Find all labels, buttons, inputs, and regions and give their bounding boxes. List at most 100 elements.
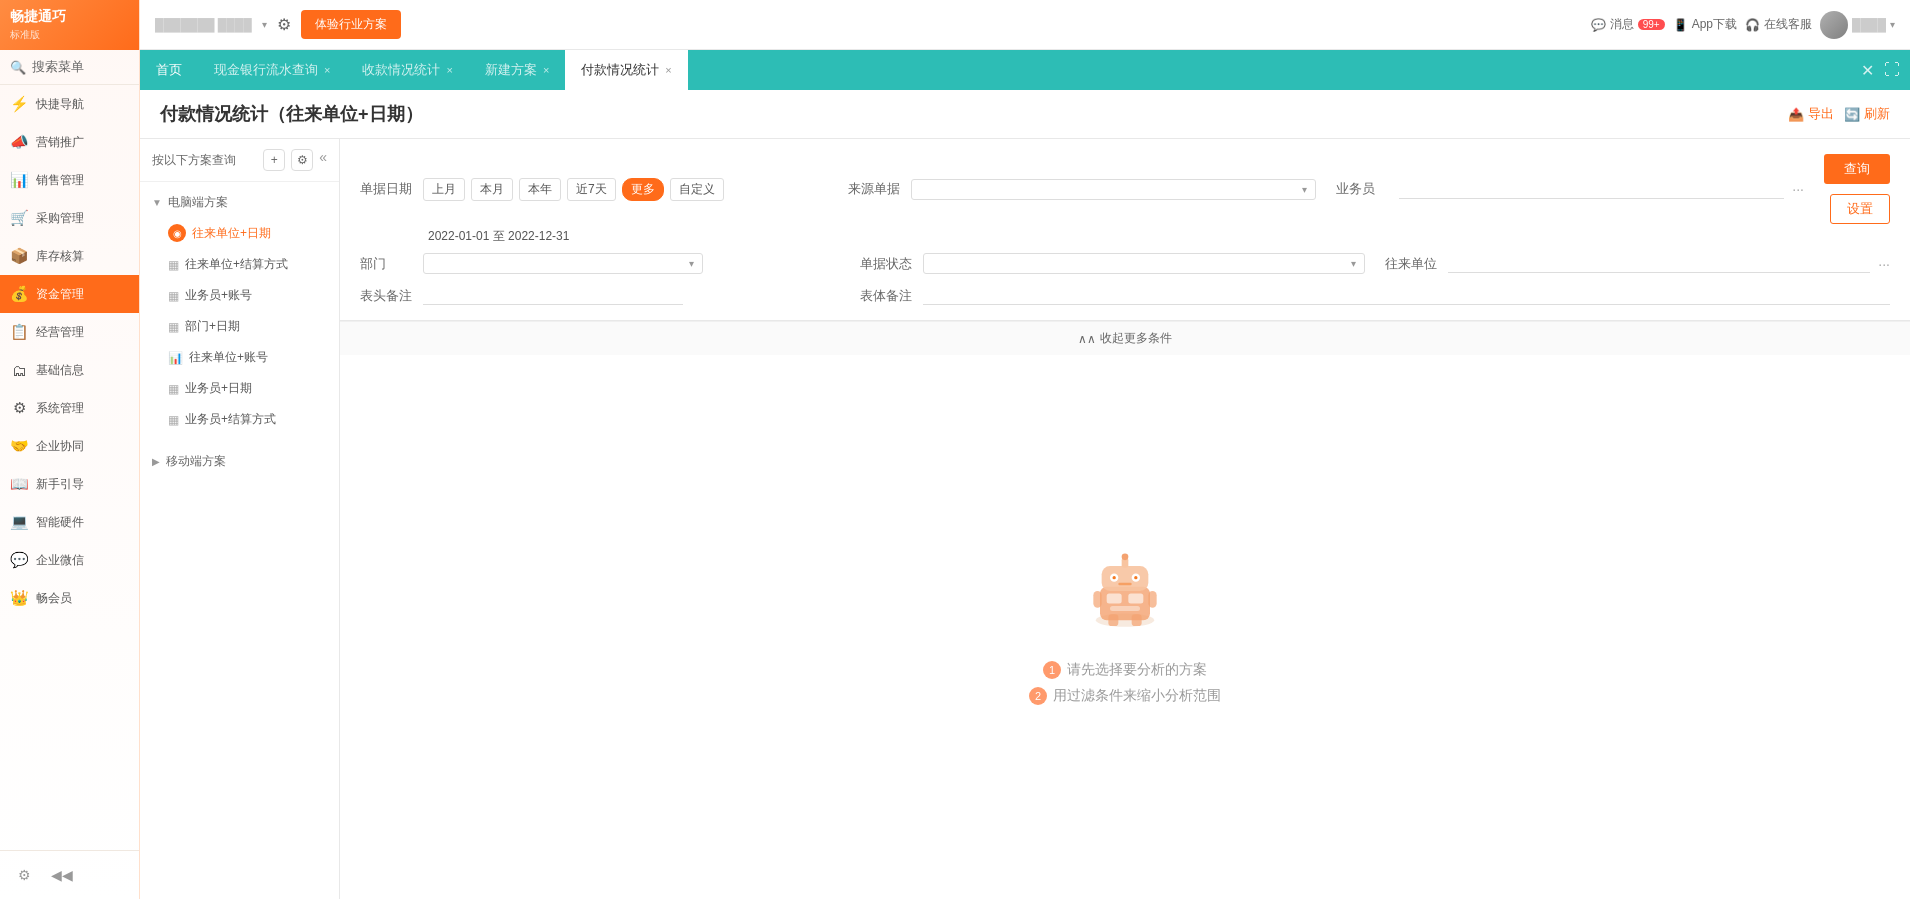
sidebar-item-quick-nav[interactable]: ⚡快捷导航: [0, 85, 139, 123]
sidebar-item-guide[interactable]: 📖新手引导: [0, 465, 139, 503]
sidebar-item-marketing[interactable]: 📣营销推广: [0, 123, 139, 161]
empty-tip-2: 2 用过滤条件来缩小分析范围: [1029, 687, 1221, 705]
filter-settings-btn[interactable]: 设置: [1830, 194, 1890, 224]
tab-close-bank-flow[interactable]: ×: [324, 64, 330, 76]
scheme-item-staff-account[interactable]: ▦ 业务员+账号: [140, 280, 339, 311]
sidebar-icon-capital: 💰: [10, 285, 28, 303]
tab-label-receivable-stats: 收款情况统计: [362, 61, 440, 79]
tab-close-all-icon[interactable]: ✕: [1861, 61, 1874, 80]
collapse-label: 收起更多条件: [1100, 330, 1172, 347]
mobile-group-header[interactable]: ▶ 移动端方案: [140, 447, 339, 476]
collapse-up-icon: ∧∧: [1078, 332, 1096, 346]
scheme-panel-header: 按以下方案查询 + ⚙ «: [140, 139, 339, 182]
header-note-input[interactable]: [423, 286, 683, 305]
voucher-status-select[interactable]: ▾: [923, 253, 1365, 274]
sidebar-item-inventory[interactable]: 📦库存核算: [0, 237, 139, 275]
desktop-group-label: 电脑端方案: [168, 194, 228, 211]
tab-new-scheme[interactable]: 新建方案 ×: [469, 50, 565, 90]
svg-rect-14: [1118, 583, 1131, 586]
scheme-item-dept-date[interactable]: ▦ 部门+日期: [140, 311, 339, 342]
date-btn-last-month[interactable]: 上月: [423, 178, 465, 201]
scheme-item-label-staff-date: 业务员+日期: [185, 380, 252, 397]
query-btn[interactable]: 查询: [1824, 154, 1890, 184]
tab-expand-icon[interactable]: ⛶: [1884, 61, 1900, 79]
date-btn-last-7[interactable]: 近7天: [567, 178, 616, 201]
company-name: ███████ ████: [155, 18, 252, 32]
sidebar-item-enterprise[interactable]: 🤝企业协同: [0, 427, 139, 465]
scheme-panel: 按以下方案查询 + ⚙ « ▼ 电脑端方案 ◉ 往来单位+日期: [140, 139, 340, 899]
sidebar-icon-wechat: 💬: [10, 551, 28, 569]
export-label: 导出: [1808, 105, 1834, 123]
tab-bank-flow[interactable]: 现金银行流水查询×: [198, 50, 346, 90]
active-dot-icon: ◉: [168, 224, 186, 242]
tab-receivable-stats[interactable]: 收款情况统计 ×: [346, 50, 468, 90]
date-btn-this-year[interactable]: 本年: [519, 178, 561, 201]
message-btn[interactable]: 💬 消息 99+: [1591, 16, 1665, 33]
desktop-scheme-group: ▼ 电脑端方案 ◉ 往来单位+日期 ▦ 往来单位+结算方式 ▦ 业务员+账号: [140, 182, 339, 441]
sidebar-item-wechat[interactable]: 💬企业微信: [0, 541, 139, 579]
sidebar-label-quick-nav: 快捷导航: [36, 96, 84, 113]
collapse-conditions-btn[interactable]: ∧∧ 收起更多条件: [340, 321, 1910, 355]
sidebar-settings-icon[interactable]: ⚙: [10, 861, 38, 889]
tab-payment-stats[interactable]: 付款情况统计 ×: [565, 50, 687, 90]
sidebar-item-hardware[interactable]: 💻智能硬件: [0, 503, 139, 541]
source-select[interactable]: ▾: [911, 179, 1316, 200]
date-range-text: 2022-01-01 至 2022-12-31: [428, 229, 569, 243]
sidebar-item-basic-info[interactable]: 🗂基础信息: [0, 351, 139, 389]
search-menu[interactable]: 🔍 搜索菜单: [0, 50, 139, 85]
body-note-input[interactable]: [923, 286, 1890, 305]
tab-label-new-scheme: 新建方案: [485, 61, 537, 79]
online-service-btn[interactable]: 🎧 在线客服: [1745, 16, 1812, 33]
svg-point-16: [1122, 554, 1129, 561]
unit-more-icon[interactable]: ···: [1878, 256, 1890, 272]
date-from: 2022-01-01: [428, 229, 489, 243]
sidebar-item-member[interactable]: 👑畅会员: [0, 579, 139, 617]
sidebar-item-sales[interactable]: 📊销售管理: [0, 161, 139, 199]
scheme-item-unit-account[interactable]: 📊 往来单位+账号: [140, 342, 339, 373]
global-settings-icon[interactable]: ⚙: [277, 15, 291, 34]
tab-home[interactable]: 首页: [140, 50, 198, 90]
tab-close-new-scheme[interactable]: ×: [543, 64, 549, 76]
tab-label-payment-stats: 付款情况统计: [581, 61, 659, 79]
tab-close-receivable-stats[interactable]: ×: [446, 64, 452, 76]
sidebar-item-purchase[interactable]: 🛒采购管理: [0, 199, 139, 237]
sidebar-item-operation[interactable]: 📋经营管理: [0, 313, 139, 351]
export-icon: 📤: [1788, 107, 1804, 122]
scheme-item-label-staff-account: 业务员+账号: [185, 287, 252, 304]
date-btn-custom[interactable]: 自定义: [670, 178, 724, 201]
dept-select[interactable]: ▾: [423, 253, 703, 274]
content-area: 按以下方案查询 + ⚙ « ▼ 电脑端方案 ◉ 往来单位+日期: [140, 139, 1910, 899]
refresh-btn[interactable]: 🔄 刷新: [1844, 105, 1890, 123]
company-dropdown[interactable]: ▾: [262, 19, 267, 30]
svg-rect-7: [1108, 614, 1118, 626]
source-dropdown-arrow: ▾: [1302, 184, 1307, 195]
scheme-item-unit-payment[interactable]: ▦ 往来单位+结算方式: [140, 249, 339, 280]
sidebar-item-sys-mgmt[interactable]: ⚙系统管理: [0, 389, 139, 427]
filter-row-1: 单据日期 上月 本月 本年 近7天 更多 自定义 来源单据: [360, 154, 1890, 224]
scheme-collapse-btn[interactable]: «: [319, 149, 327, 171]
scheme-item-unit-date[interactable]: ◉ 往来单位+日期: [140, 217, 339, 249]
scheme-item-staff-date[interactable]: ▦ 业务员+日期: [140, 373, 339, 404]
sidebar-label-marketing: 营销推广: [36, 134, 84, 151]
tab-close-payment-stats[interactable]: ×: [665, 64, 671, 76]
staff-filter-col: 业务员 ···: [1336, 180, 1804, 199]
scheme-item-staff-payment[interactable]: ▦ 业务员+结算方式: [140, 404, 339, 435]
user-area[interactable]: ████ ▾: [1820, 11, 1895, 39]
scheme-add-btn[interactable]: +: [263, 149, 285, 171]
scheme-settings-btn[interactable]: ⚙: [291, 149, 313, 171]
staff-input[interactable]: [1399, 180, 1784, 199]
date-btn-more[interactable]: 更多: [622, 178, 664, 201]
date-btn-this-month[interactable]: 本月: [471, 178, 513, 201]
desktop-group-header[interactable]: ▼ 电脑端方案: [140, 188, 339, 217]
trial-btn[interactable]: 体验行业方案: [301, 10, 401, 39]
top-header: ███████ ████ ▾ ⚙ 体验行业方案 💬 消息 99+ 📱 App下载…: [140, 0, 1910, 50]
unit-input[interactable]: [1448, 254, 1870, 273]
sidebar-item-capital[interactable]: 💰 资金管理: [0, 275, 139, 313]
sidebar-icon-guide: 📖: [10, 475, 28, 493]
sidebar-label-capital: 资金管理: [36, 286, 84, 303]
export-btn[interactable]: 📤 导出: [1788, 105, 1834, 123]
staff-more-icon[interactable]: ···: [1792, 181, 1804, 197]
sidebar-collapse-icon[interactable]: ◀◀: [48, 861, 76, 889]
scheme-item-label-dept-date: 部门+日期: [185, 318, 240, 335]
app-download-btn[interactable]: 📱 App下载: [1673, 16, 1737, 33]
